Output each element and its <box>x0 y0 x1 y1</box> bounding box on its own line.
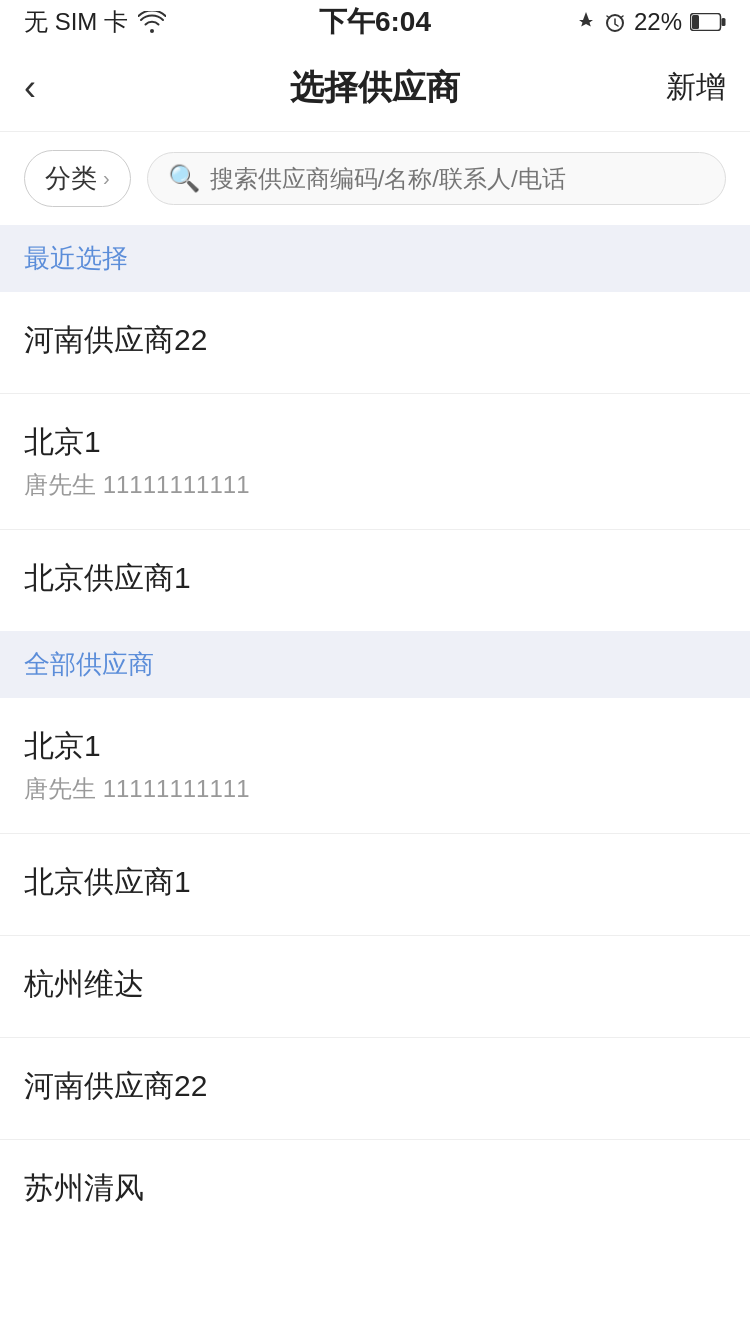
item-name: 苏州清风 <box>24 1168 726 1209</box>
filter-bar: 分类 › 🔍 <box>0 132 750 225</box>
list-item[interactable]: 河南供应商22 <box>0 292 750 394</box>
category-label: 分类 <box>45 161 97 196</box>
item-name: 北京1 <box>24 422 726 463</box>
battery-icon <box>690 13 726 31</box>
alarm-icon <box>604 11 626 33</box>
item-name: 杭州维达 <box>24 964 726 1005</box>
list-item[interactable]: 河南供应商22 <box>0 1038 750 1140</box>
chevron-right-icon: › <box>103 167 110 190</box>
sim-status: 无 SIM 卡 <box>24 6 128 38</box>
list-item[interactable]: 北京供应商1 <box>0 530 750 631</box>
status-left: 无 SIM 卡 <box>24 6 166 38</box>
list-item[interactable]: 杭州维达 <box>0 936 750 1038</box>
list-item[interactable]: 北京1 唐先生 11111111111 <box>0 698 750 834</box>
page-title: 选择供应商 <box>290 65 460 111</box>
wifi-icon <box>138 11 166 33</box>
recent-list: 河南供应商22 北京1 唐先生 11111111111 北京供应商1 <box>0 292 750 631</box>
nav-bar: ‹ 选择供应商 新增 <box>0 44 750 132</box>
item-sub: 唐先生 11111111111 <box>24 773 726 805</box>
item-sub: 唐先生 11111111111 <box>24 469 726 501</box>
status-time: 下午6:04 <box>319 3 431 41</box>
location-icon <box>576 11 596 33</box>
svg-rect-2 <box>692 15 699 29</box>
list-item[interactable]: 北京供应商1 <box>0 834 750 936</box>
back-button[interactable]: ‹ <box>24 67 84 109</box>
item-name: 北京供应商1 <box>24 558 726 599</box>
search-input[interactable] <box>210 165 705 193</box>
item-name: 北京供应商1 <box>24 862 726 903</box>
status-right: 22% <box>576 8 726 36</box>
item-name: 北京1 <box>24 726 726 767</box>
recent-section-header: 最近选择 <box>0 225 750 292</box>
category-button[interactable]: 分类 › <box>24 150 131 207</box>
list-item[interactable]: 北京1 唐先生 11111111111 <box>0 394 750 530</box>
search-box[interactable]: 🔍 <box>147 152 726 205</box>
battery-level: 22% <box>634 8 682 36</box>
svg-rect-3 <box>722 18 726 26</box>
add-button[interactable]: 新增 <box>666 67 726 108</box>
all-list: 北京1 唐先生 11111111111 北京供应商1 杭州维达河南供应商22 苏州清风 <box>0 698 750 1241</box>
status-bar: 无 SIM 卡 下午6:04 22% <box>0 0 750 44</box>
search-icon: 🔍 <box>168 163 200 194</box>
item-name: 河南供应商22 <box>24 1066 726 1107</box>
item-name: 河南供应商22 <box>24 320 726 361</box>
all-section-header: 全部供应商 <box>0 631 750 698</box>
list-item[interactable]: 苏州清风 <box>0 1140 750 1241</box>
